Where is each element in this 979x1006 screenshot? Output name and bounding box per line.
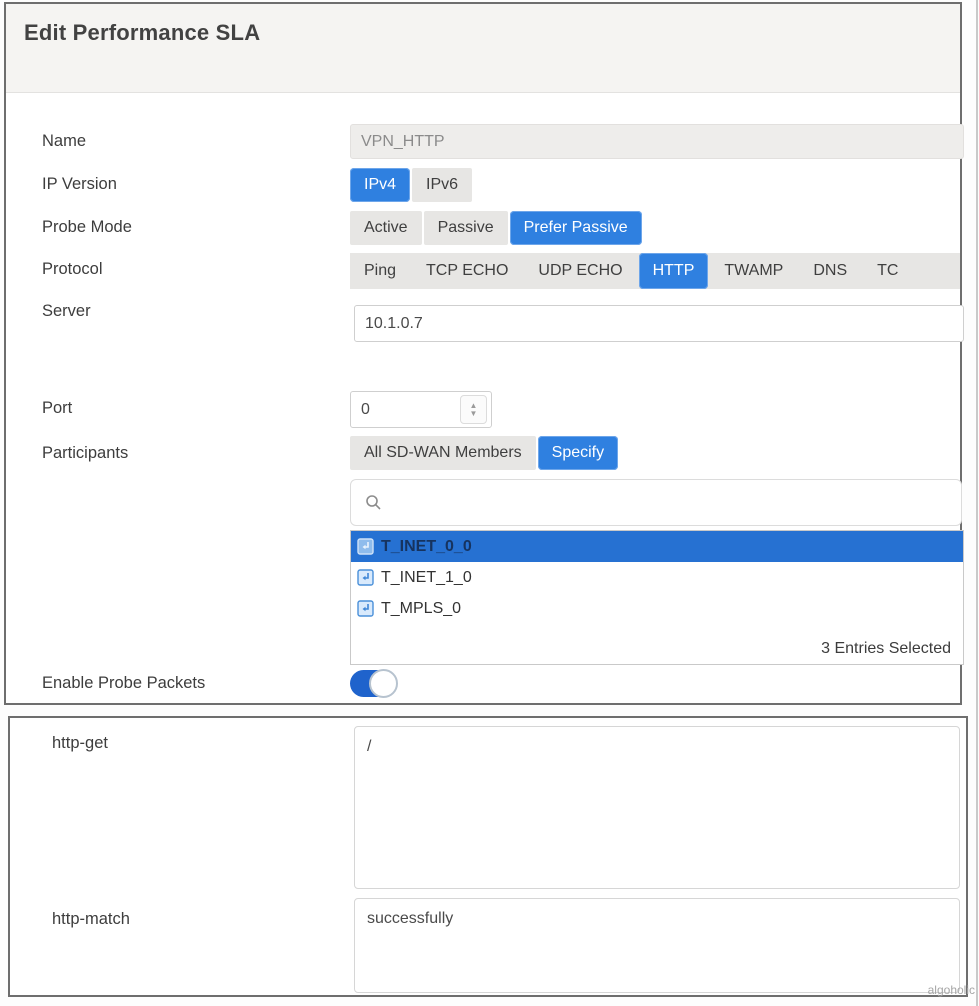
toggle-knob xyxy=(369,669,398,698)
ip-version-segmented: IPv4 IPv6 xyxy=(350,168,472,202)
protocol-segmented: Ping TCP ECHO UDP ECHO HTTP TWAMP DNS TC xyxy=(350,253,960,289)
port-field-wrap: ▲ ▼ xyxy=(350,391,492,428)
probe-mode-label: Probe Mode xyxy=(42,218,132,237)
http-match-label: http-match xyxy=(52,910,130,929)
dialog-header: Edit Performance SLA xyxy=(6,4,960,93)
member-list: T_INET_0_0 T_INET_1_0 T_MPLS_0 3 Entries… xyxy=(350,530,964,665)
enable-probe-packets-toggle[interactable] xyxy=(350,670,396,697)
protocol-option-udp-echo[interactable]: UDP ECHO xyxy=(524,253,636,289)
tunnel-interface-icon xyxy=(357,600,374,617)
search-icon xyxy=(365,494,382,511)
member-search-input[interactable] xyxy=(392,493,961,512)
member-row-t-inet-1-0[interactable]: T_INET_1_0 xyxy=(351,562,963,593)
probe-mode-segmented: Active Passive Prefer Passive xyxy=(350,211,642,245)
member-name: T_INET_0_0 xyxy=(381,538,472,556)
member-search-box[interactable] xyxy=(350,479,962,526)
http-get-label: http-get xyxy=(52,734,108,753)
http-match-field[interactable]: successfully xyxy=(354,898,960,993)
protocol-option-tcp-echo[interactable]: TCP ECHO xyxy=(412,253,522,289)
protocol-option-http[interactable]: HTTP xyxy=(639,253,709,289)
participants-label: Participants xyxy=(42,444,128,463)
participants-segmented: All SD-WAN Members Specify xyxy=(350,436,618,470)
port-stepper[interactable]: ▲ ▼ xyxy=(460,395,487,424)
name-field[interactable] xyxy=(350,124,964,159)
ip-version-option-ipv6[interactable]: IPv6 xyxy=(412,168,472,202)
protocol-label: Protocol xyxy=(42,260,103,279)
probe-mode-option-prefer-passive[interactable]: Prefer Passive xyxy=(510,211,642,245)
protocol-option-ping[interactable]: Ping xyxy=(350,253,410,289)
member-name: T_MPLS_0 xyxy=(381,600,461,618)
watermark-text: algoholic xyxy=(928,983,975,997)
member-row-t-inet-0-0[interactable]: T_INET_0_0 xyxy=(351,531,963,562)
tunnel-interface-icon xyxy=(357,569,374,586)
participants-option-all-sdwan-members[interactable]: All SD-WAN Members xyxy=(350,436,536,470)
screen-right-edge xyxy=(976,0,978,1006)
port-label: Port xyxy=(42,399,72,418)
protocol-option-tcp-truncated[interactable]: TC xyxy=(863,253,912,289)
participants-option-specify[interactable]: Specify xyxy=(538,436,618,470)
name-label: Name xyxy=(42,132,86,151)
tunnel-interface-icon xyxy=(357,538,374,555)
ip-version-option-ipv4[interactable]: IPv4 xyxy=(350,168,410,202)
http-get-field[interactable]: / xyxy=(354,726,960,889)
server-field[interactable] xyxy=(354,305,964,342)
member-name: T_INET_1_0 xyxy=(381,569,472,587)
probe-mode-option-passive[interactable]: Passive xyxy=(424,211,508,245)
protocol-option-twamp[interactable]: TWAMP xyxy=(710,253,797,289)
protocol-option-dns[interactable]: DNS xyxy=(799,253,861,289)
ip-version-label: IP Version xyxy=(42,175,117,194)
entries-selected-status: 3 Entries Selected xyxy=(821,640,951,658)
server-label: Server xyxy=(42,302,91,321)
stepper-down-icon[interactable]: ▼ xyxy=(470,410,478,418)
member-row-t-mpls-0[interactable]: T_MPLS_0 xyxy=(351,593,963,624)
http-options-panel: http-get / http-match successfully xyxy=(8,716,968,997)
enable-probe-packets-label: Enable Probe Packets xyxy=(42,674,205,693)
edit-performance-sla-dialog: Edit Performance SLA Name IP Version IPv… xyxy=(4,2,962,705)
probe-mode-option-active[interactable]: Active xyxy=(350,211,422,245)
dialog-title: Edit Performance SLA xyxy=(24,20,260,46)
